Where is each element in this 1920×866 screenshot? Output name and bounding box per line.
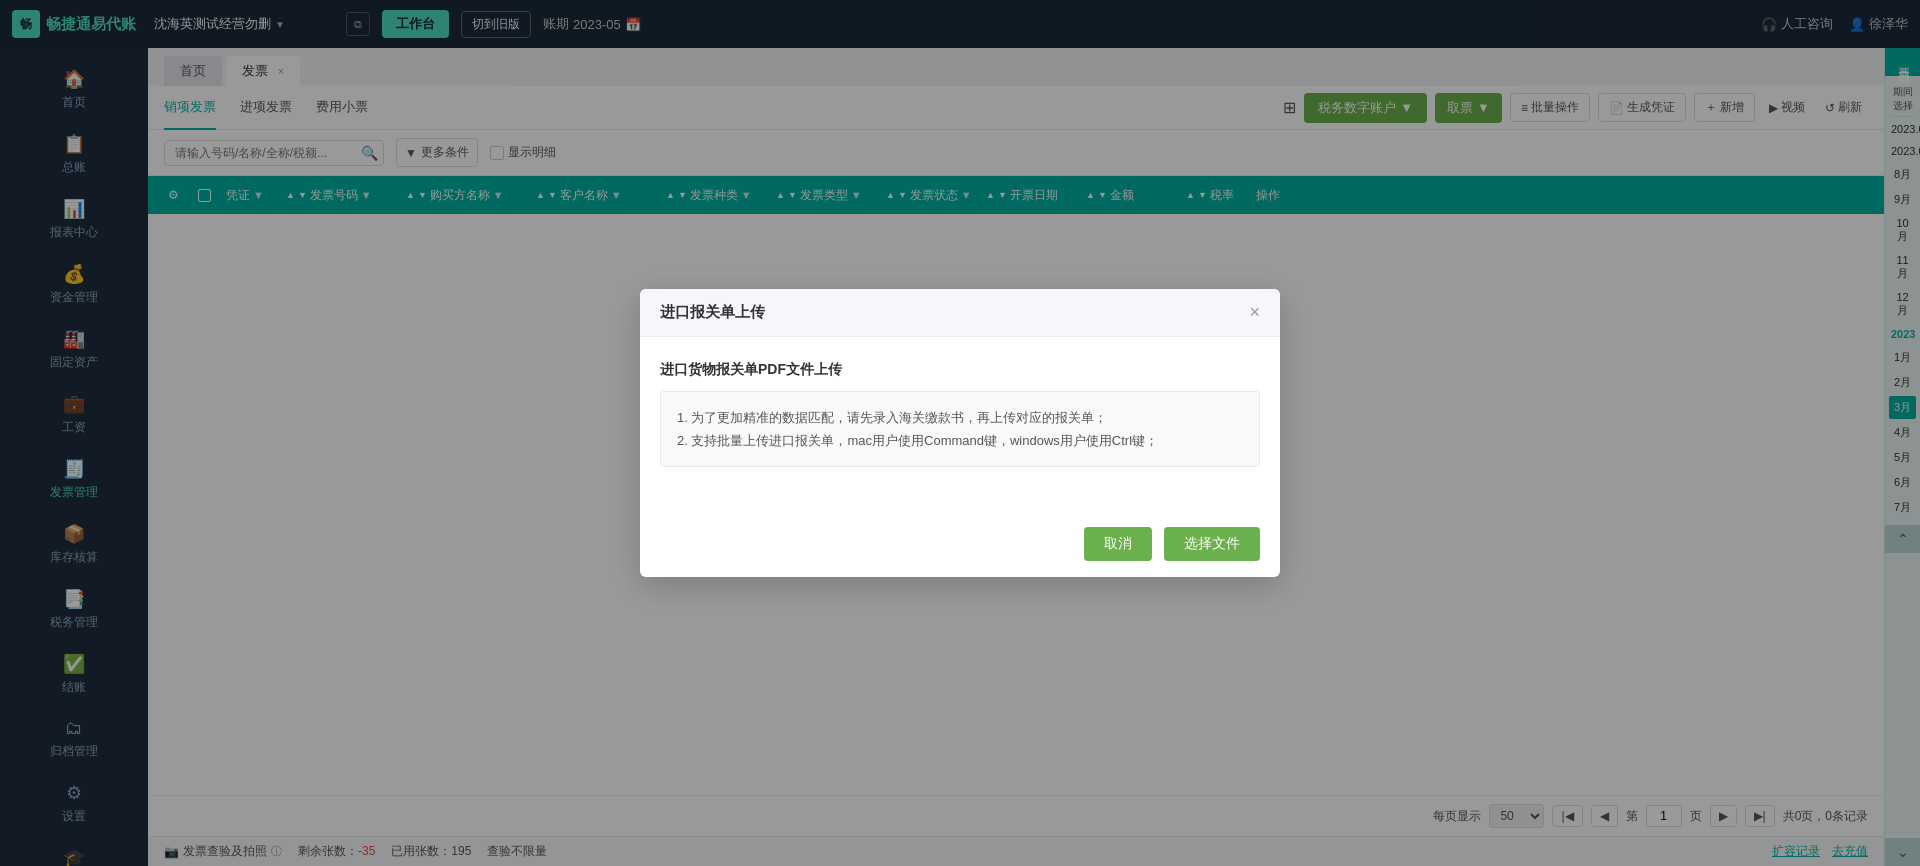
modal-select-file-button[interactable]: 选择文件 <box>1164 527 1260 561</box>
modal-title: 进口报关单上传 <box>660 303 765 322</box>
modal-body: 进口货物报关单PDF文件上传 1. 为了更加精准的数据匹配，请先录入海关缴款书，… <box>640 337 1280 512</box>
modal-header: 进口报关单上传 × <box>640 289 1280 337</box>
modal-cancel-button[interactable]: 取消 <box>1084 527 1152 561</box>
modal-info-box: 1. 为了更加精准的数据匹配，请先录入海关缴款书，再上传对应的报关单； 2. 支… <box>660 391 1260 468</box>
import-modal: 进口报关单上传 × 进口货物报关单PDF文件上传 1. 为了更加精准的数据匹配，… <box>640 289 1280 578</box>
modal-close-button[interactable]: × <box>1249 303 1260 321</box>
modal-section-title: 进口货物报关单PDF文件上传 <box>660 361 1260 379</box>
modal-overlay: 进口报关单上传 × 进口货物报关单PDF文件上传 1. 为了更加精准的数据匹配，… <box>0 0 1920 866</box>
modal-footer: 取消 选择文件 <box>640 511 1280 577</box>
modal-instruction-2: 2. 支持批量上传进口报关单，mac用户使用Command键，windows用户… <box>677 429 1243 452</box>
modal-instruction-1: 1. 为了更加精准的数据匹配，请先录入海关缴款书，再上传对应的报关单； <box>677 406 1243 429</box>
